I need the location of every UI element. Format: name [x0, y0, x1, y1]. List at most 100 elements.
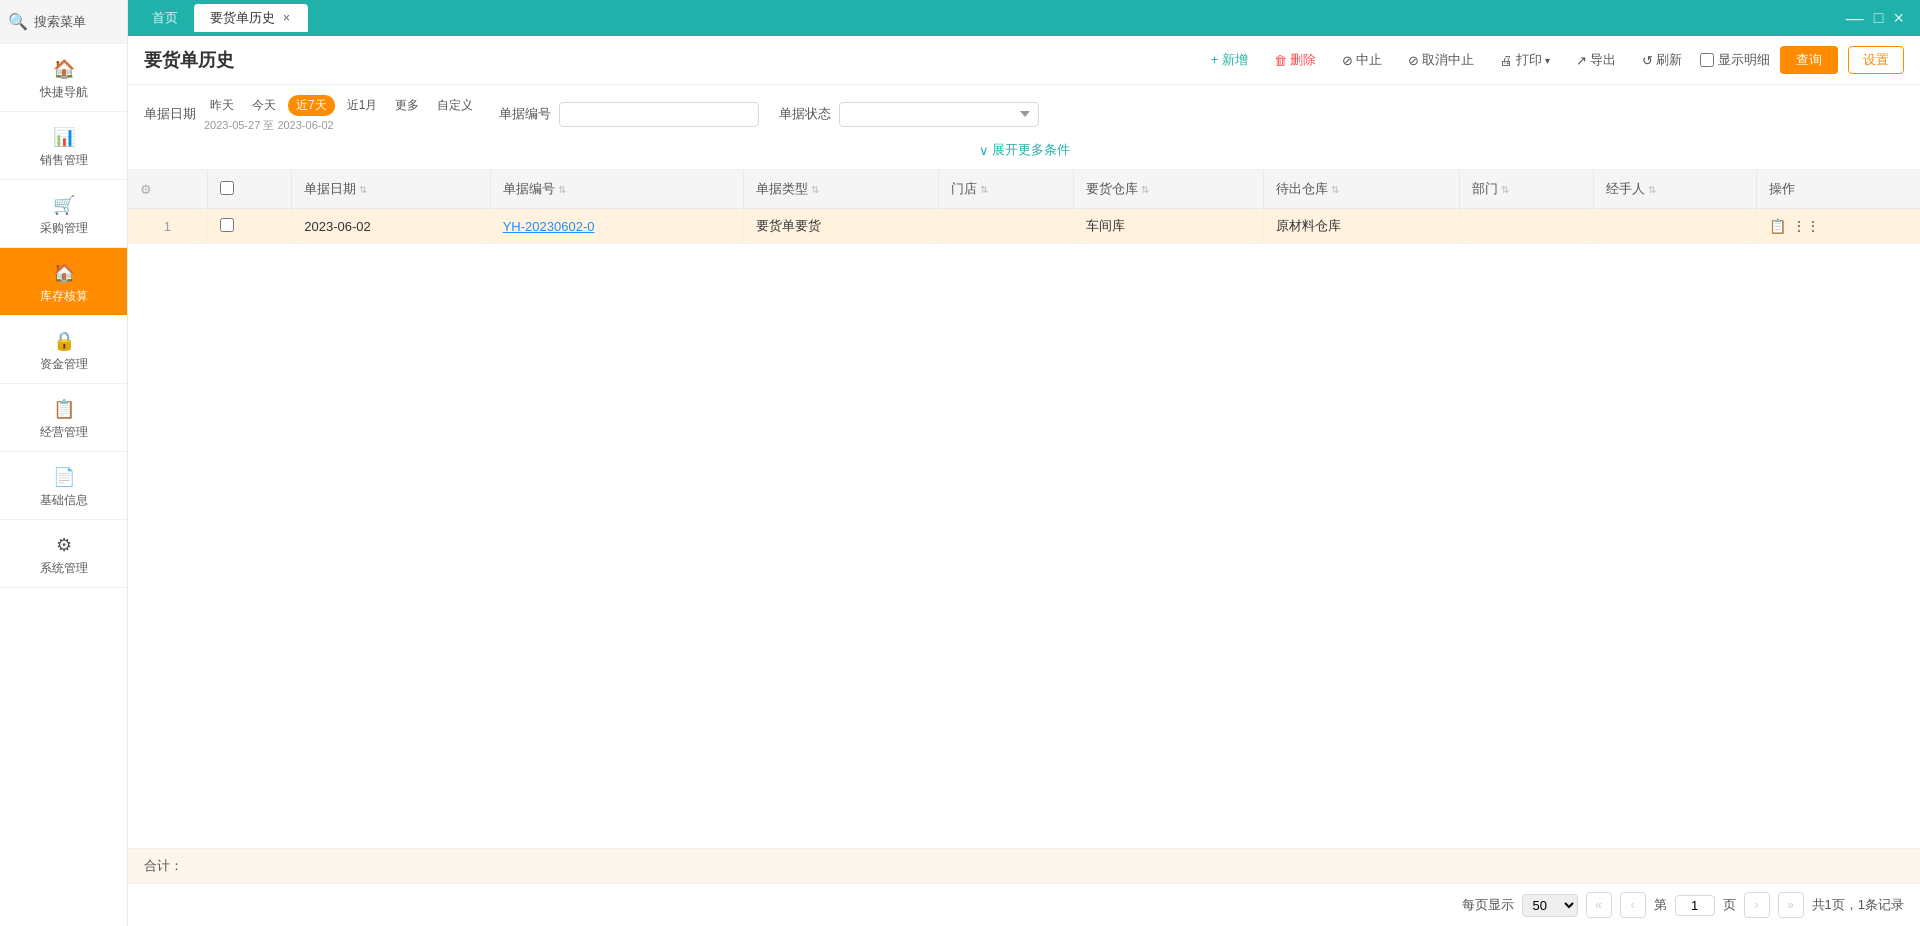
col-header-doc_no[interactable]: 单据编号⇅: [490, 170, 743, 209]
view-action-icon[interactable]: 📋: [1769, 218, 1786, 234]
row-checkbox[interactable]: [220, 218, 234, 232]
tab-requisition-history[interactable]: 要货单历史 ×: [194, 4, 308, 32]
date-shortcut-昨天[interactable]: 昨天: [204, 95, 240, 116]
finance-mgmt-label: 资金管理: [40, 356, 88, 373]
per-page-select[interactable]: 2050100: [1522, 894, 1578, 917]
sort-icon-doc_no: ⇅: [558, 184, 566, 195]
display-detail-label: 显示明细: [1718, 51, 1770, 69]
stop-button[interactable]: ⊘ 中止: [1334, 47, 1390, 73]
sidebar-search-label: 搜索菜单: [34, 13, 86, 31]
export-icon: ↗: [1576, 53, 1587, 68]
date-shortcut-自定义[interactable]: 自定义: [431, 95, 479, 116]
sort-icon-pending_warehouse: ⇅: [1331, 184, 1339, 195]
expand-more-btn[interactable]: ∨ 展开更多条件: [144, 141, 1904, 159]
col-header-date[interactable]: 单据日期⇅: [292, 170, 490, 209]
col-header-pending_warehouse[interactable]: 待出仓库⇅: [1264, 170, 1459, 209]
inventory-label: 库存核算: [40, 288, 88, 305]
cancel-stop-button[interactable]: ⊘ 取消中止: [1400, 47, 1482, 73]
sort-icon-doc_type: ⇅: [811, 184, 819, 195]
page-header: 要货单历史 + 新增 🗑 删除 ⊘ 中止 ⊘ 取消中止 🖨 打印: [128, 36, 1920, 85]
tab-close-requisition-history[interactable]: ×: [281, 11, 292, 25]
sidebar-search[interactable]: 🔍 搜索菜单: [0, 0, 127, 44]
status-filter-group: 单据状态: [779, 102, 1039, 127]
col-header-handler[interactable]: 经手人⇅: [1594, 170, 1757, 209]
delete-button[interactable]: 🗑 删除: [1266, 47, 1324, 73]
doc-no-link[interactable]: YH-20230602-0: [503, 219, 595, 234]
chevron-down-icon: ∨: [979, 143, 989, 158]
status-select[interactable]: [839, 102, 1039, 127]
display-detail-checkbox-group[interactable]: 显示明细: [1700, 51, 1770, 69]
sort-icon-date: ⇅: [359, 184, 367, 195]
footer-total-label: 合计：: [144, 857, 183, 875]
window-close-btn[interactable]: ×: [1893, 8, 1904, 29]
purchase-mgmt-icon: 🛒: [53, 194, 75, 216]
ops-mgmt-label: 经营管理: [40, 424, 88, 441]
prev-page-btn[interactable]: ‹: [1620, 892, 1646, 918]
new-button[interactable]: + 新增: [1203, 47, 1256, 73]
cell-num: 1: [128, 209, 207, 244]
filter-bar: 单据日期 昨天今天近7天近1月更多自定义 2023-05-27 至 2023-0…: [128, 85, 1920, 170]
quick-nav-icon: 🏠: [53, 58, 75, 80]
first-page-btn[interactable]: «: [1586, 892, 1612, 918]
sort-icon-handler: ⇅: [1648, 184, 1656, 195]
settings-gear-icon[interactable]: ⚙: [140, 182, 152, 197]
next-page-btn[interactable]: ›: [1744, 892, 1770, 918]
query-button[interactable]: 查询: [1780, 46, 1838, 74]
sort-icon-req_warehouse: ⇅: [1141, 184, 1149, 195]
search-icon: 🔍: [8, 12, 28, 31]
col-header-department[interactable]: 部门⇅: [1459, 170, 1593, 209]
sidebar-item-finance-mgmt[interactable]: 🔒 资金管理: [0, 316, 127, 384]
col-header-doc_type[interactable]: 单据类型⇅: [743, 170, 938, 209]
sidebar-item-sys-mgmt[interactable]: ⚙ 系统管理: [0, 520, 127, 588]
edit-action-icon[interactable]: ⋮⋮: [1792, 218, 1820, 234]
print-chevron-icon: ▾: [1545, 55, 1550, 66]
col-header-checkbox: [207, 170, 292, 209]
display-detail-checkbox[interactable]: [1700, 53, 1714, 67]
col-header-store[interactable]: 门店⇅: [939, 170, 1073, 209]
refresh-button[interactable]: ↺ 刷新: [1634, 47, 1690, 73]
quick-nav-label: 快捷导航: [40, 84, 88, 101]
date-shortcut-近1月[interactable]: 近1月: [341, 95, 384, 116]
print-button[interactable]: 🖨 打印 ▾: [1492, 47, 1558, 73]
cell-pending_warehouse: 原材料仓库: [1264, 209, 1459, 244]
col-header-req_warehouse[interactable]: 要货仓库⇅: [1073, 170, 1264, 209]
sidebar-item-purchase-mgmt[interactable]: 🛒 采购管理: [0, 180, 127, 248]
sidebar: 🔍 搜索菜单 🏠 快捷导航 📊 销售管理 🛒 采购管理 🏠 库存核算 🔒 资金管…: [0, 0, 128, 926]
cell-actions: 📋 ⋮⋮: [1756, 209, 1920, 244]
col-header-actions: 操作: [1756, 170, 1920, 209]
settings-button[interactable]: 设置: [1848, 46, 1904, 74]
cell-store: [939, 209, 1073, 244]
window-minimize-btn[interactable]: —: [1846, 8, 1864, 29]
window-maximize-btn[interactable]: □: [1874, 9, 1884, 27]
status-label: 单据状态: [779, 105, 831, 123]
basic-info-icon: 📄: [53, 466, 75, 488]
sidebar-item-basic-info[interactable]: 📄 基础信息: [0, 452, 127, 520]
last-page-btn[interactable]: »: [1778, 892, 1804, 918]
tab-label-home: 首页: [152, 9, 178, 27]
date-shortcut-更多[interactable]: 更多: [389, 95, 425, 116]
select-all-checkbox[interactable]: [220, 181, 234, 195]
tab-home[interactable]: 首页: [136, 4, 194, 32]
ops-mgmt-icon: 📋: [53, 398, 75, 420]
sales-mgmt-icon: 📊: [53, 126, 75, 148]
page-label: 第: [1654, 896, 1667, 914]
sidebar-item-quick-nav[interactable]: 🏠 快捷导航: [0, 44, 127, 112]
purchase-mgmt-label: 采购管理: [40, 220, 88, 237]
sidebar-item-ops-mgmt[interactable]: 📋 经营管理: [0, 384, 127, 452]
trash-icon: 🗑: [1274, 53, 1287, 68]
sys-mgmt-icon: ⚙: [56, 534, 72, 556]
table-footer: 合计：: [128, 848, 1920, 883]
date-shortcut-今天[interactable]: 今天: [246, 95, 282, 116]
per-page-label: 每页显示: [1462, 896, 1514, 914]
sidebar-item-sales-mgmt[interactable]: 📊 销售管理: [0, 112, 127, 180]
page-number-input[interactable]: [1675, 895, 1715, 916]
table-container: ⚙ 单据日期⇅单据编号⇅单据类型⇅门店⇅要货仓库⇅待出仓库⇅部门⇅经手人⇅操作 1…: [128, 170, 1920, 848]
sidebar-item-inventory[interactable]: 🏠 库存核算: [0, 248, 127, 316]
doc-no-input[interactable]: [559, 102, 759, 127]
window-controls: — □ ×: [1846, 8, 1912, 29]
date-filter-label: 单据日期: [144, 105, 196, 123]
date-shortcut-近7天[interactable]: 近7天: [288, 95, 335, 116]
pagination: 每页显示 2050100 « ‹ 第 页 › » 共1页，1条记录: [128, 883, 1920, 926]
export-button[interactable]: ↗ 导出: [1568, 47, 1624, 73]
tab-label-requisition-history: 要货单历史: [210, 9, 275, 27]
